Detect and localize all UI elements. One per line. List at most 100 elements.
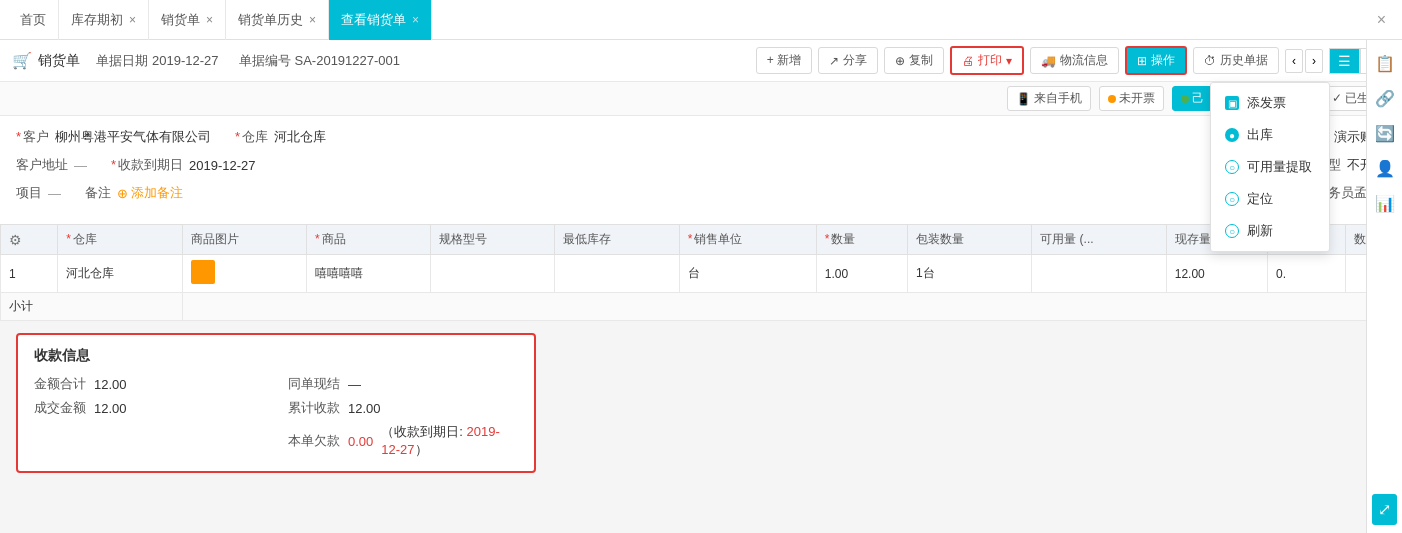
outbound-item[interactable]: ● 出库 <box>1211 119 1329 151</box>
available-qty-item[interactable]: ○ 可用量提取 <box>1211 151 1329 183</box>
logistics-icon: 🚚 <box>1041 54 1056 68</box>
refresh-label: 刷新 <box>1247 222 1273 240</box>
note-label: 备注 <box>85 184 111 202</box>
refresh-item[interactable]: ○ 刷新 <box>1211 215 1329 247</box>
outbound-icon: ● <box>1225 128 1239 142</box>
sidebar-icon-1[interactable]: 📋 <box>1369 48 1401 79</box>
form-row-2: 客户地址 — 收款到期日 2019-12-27 票据类型 不开票 <box>16 156 1386 174</box>
customer-value: 柳州粤港平安气体有限公司 <box>55 128 211 146</box>
th-warehouse: 仓库 <box>58 225 182 255</box>
payment-section: 收款信息 金额合计 12.00 同单现结 — 成交金额 12.00 累计收款 1… <box>16 333 536 473</box>
add-invoice-item[interactable]: ▣ 添发票 <box>1211 87 1329 119</box>
customer-field: 客户 柳州粤港平安气体有限公司 <box>16 128 211 146</box>
prev-button[interactable]: ‹ <box>1285 49 1303 73</box>
tab-history[interactable]: 销货单历史 × <box>226 0 329 40</box>
tab-view-sales[interactable]: 查看销货单 × <box>329 0 432 40</box>
cumulative-value: 12.00 <box>348 401 381 416</box>
tab-home-label: 首页 <box>20 11 46 29</box>
order-meta: 单据编号 SA-20191227-001 <box>239 52 401 70</box>
tab-sales[interactable]: 销货单 × <box>149 0 226 40</box>
row-no: 1 <box>1 255 58 293</box>
th-settings: ⚙ <box>1 225 58 255</box>
history-button[interactable]: ⏱ 历史单据 <box>1193 47 1279 74</box>
row-spec <box>431 255 555 293</box>
toolbar-left: 🛒 销货单 单据日期 2019-12-27 单据编号 SA-20191227-0… <box>12 51 400 70</box>
sidebar-icon-3[interactable]: 🔄 <box>1369 118 1401 149</box>
row-img <box>182 255 306 293</box>
date-meta: 单据日期 2019-12-27 <box>96 52 219 70</box>
payment-date-label: 收款到期日 <box>111 156 183 174</box>
sidebar-icon-5[interactable]: 📊 <box>1369 188 1401 219</box>
project-label: 项目 <box>16 184 42 202</box>
subtotal-values <box>182 293 1401 321</box>
sidebar-icon-4[interactable]: 👤 <box>1369 153 1401 184</box>
operation-label: 操作 <box>1151 52 1175 69</box>
subtotal-row: 小计 <box>1 293 1402 321</box>
order-value: SA-20191227-001 <box>295 53 401 68</box>
total-amount-label: 金额合计 <box>34 375 86 393</box>
window-close-button[interactable]: × <box>1377 11 1386 29</box>
warehouse-label: 仓库 <box>235 128 268 146</box>
th-min-stock: 最低库存 <box>555 225 679 255</box>
share-button[interactable]: ↗ 分享 <box>818 47 878 74</box>
data-table: ⚙ 仓库 商品图片 商品 规格型号 最低库存 销售单位 数量 包装数量 可用量 … <box>0 224 1402 321</box>
address-value: — <box>74 158 87 173</box>
total-amount-row: 金额合计 12.00 <box>34 375 264 393</box>
th-unit: 销售单位 <box>679 225 816 255</box>
plus-icon: ⊕ <box>117 186 128 201</box>
table-header-row: ⚙ 仓库 商品图片 商品 规格型号 最低库存 销售单位 数量 包装数量 可用量 … <box>1 225 1402 255</box>
settings-icon[interactable]: ⚙ <box>9 232 22 248</box>
row-pack-qty: 1台 <box>907 255 1031 293</box>
arrears-value: 0.00 <box>348 434 373 449</box>
print-label: 打印 <box>978 52 1002 69</box>
date-value: 2019-12-27 <box>152 53 219 68</box>
list-view-button[interactable]: ☰ <box>1329 48 1360 74</box>
form-title: 销货单 <box>38 52 80 70</box>
tab-inventory-label: 库存期初 <box>71 11 123 29</box>
payment-grid: 金额合计 12.00 同单现结 — 成交金额 12.00 累计收款 12.00 <box>34 375 518 459</box>
customer-label: 客户 <box>16 128 49 146</box>
tab-sales-close[interactable]: × <box>206 13 213 27</box>
deal-amount-value: 12.00 <box>94 401 127 416</box>
cumulative-label: 累计收款 <box>288 399 340 417</box>
cumulative-receipt-row: 累计收款 12.00 <box>288 399 518 417</box>
copy-button[interactable]: ⊕ 复制 <box>884 47 944 74</box>
phone-icon: 📱 <box>1016 92 1031 106</box>
expand-icon[interactable]: ⤢ <box>1372 494 1397 525</box>
form-row-3: 项目 — 备注 ⊕ 添加备注 业务员孟 — <box>16 184 1386 202</box>
sidebar-icon-2[interactable]: 🔗 <box>1369 83 1401 114</box>
payment-date-field: 收款到期日 2019-12-27 <box>111 156 256 174</box>
add-note-button[interactable]: ⊕ 添加备注 <box>117 184 183 202</box>
confirm-label1: 己 <box>1192 90 1204 107</box>
location-label: 定位 <box>1247 190 1273 208</box>
tab-view-sales-label: 查看销货单 <box>341 11 406 29</box>
tab-view-sales-close[interactable]: × <box>412 13 419 27</box>
location-item[interactable]: ○ 定位 <box>1211 183 1329 215</box>
from-phone-button[interactable]: 📱 来自手机 <box>1007 86 1091 111</box>
next-button[interactable]: › <box>1305 49 1323 73</box>
empty-row <box>34 423 264 459</box>
share-icon: ↗ <box>829 54 839 68</box>
row-current-stock: 12.00 <box>1166 255 1267 293</box>
same-order-value: — <box>348 377 361 392</box>
product-image <box>191 260 215 284</box>
copy-label: 复制 <box>909 52 933 69</box>
print-button[interactable]: 🖨 打印 ▾ <box>950 46 1024 75</box>
tab-inventory-close[interactable]: × <box>129 13 136 27</box>
share-label: 分享 <box>843 52 867 69</box>
address-label: 客户地址 <box>16 156 68 174</box>
secondary-toolbar: 📱 来自手机 未开票 己 ✓ ✓ 已核销 ✓ ✓ 已生效 <box>0 82 1402 116</box>
confirm-button1[interactable]: 己 <box>1172 86 1213 111</box>
not-opened-button[interactable]: 未开票 <box>1099 86 1164 111</box>
operation-button[interactable]: ⊞ 操作 <box>1125 46 1187 75</box>
logistics-label: 物流信息 <box>1060 52 1108 69</box>
tab-inventory[interactable]: 库存期初 × <box>59 0 149 40</box>
new-button[interactable]: + 新增 <box>756 47 812 74</box>
payment-title: 收款信息 <box>34 347 518 365</box>
tab-history-close[interactable]: × <box>309 13 316 27</box>
logistics-button[interactable]: 🚚 物流信息 <box>1030 47 1119 74</box>
project-value: — <box>48 186 61 201</box>
tab-home[interactable]: 首页 <box>8 0 59 40</box>
add-note-label: 添加备注 <box>131 184 183 202</box>
green-dot <box>1181 95 1189 103</box>
